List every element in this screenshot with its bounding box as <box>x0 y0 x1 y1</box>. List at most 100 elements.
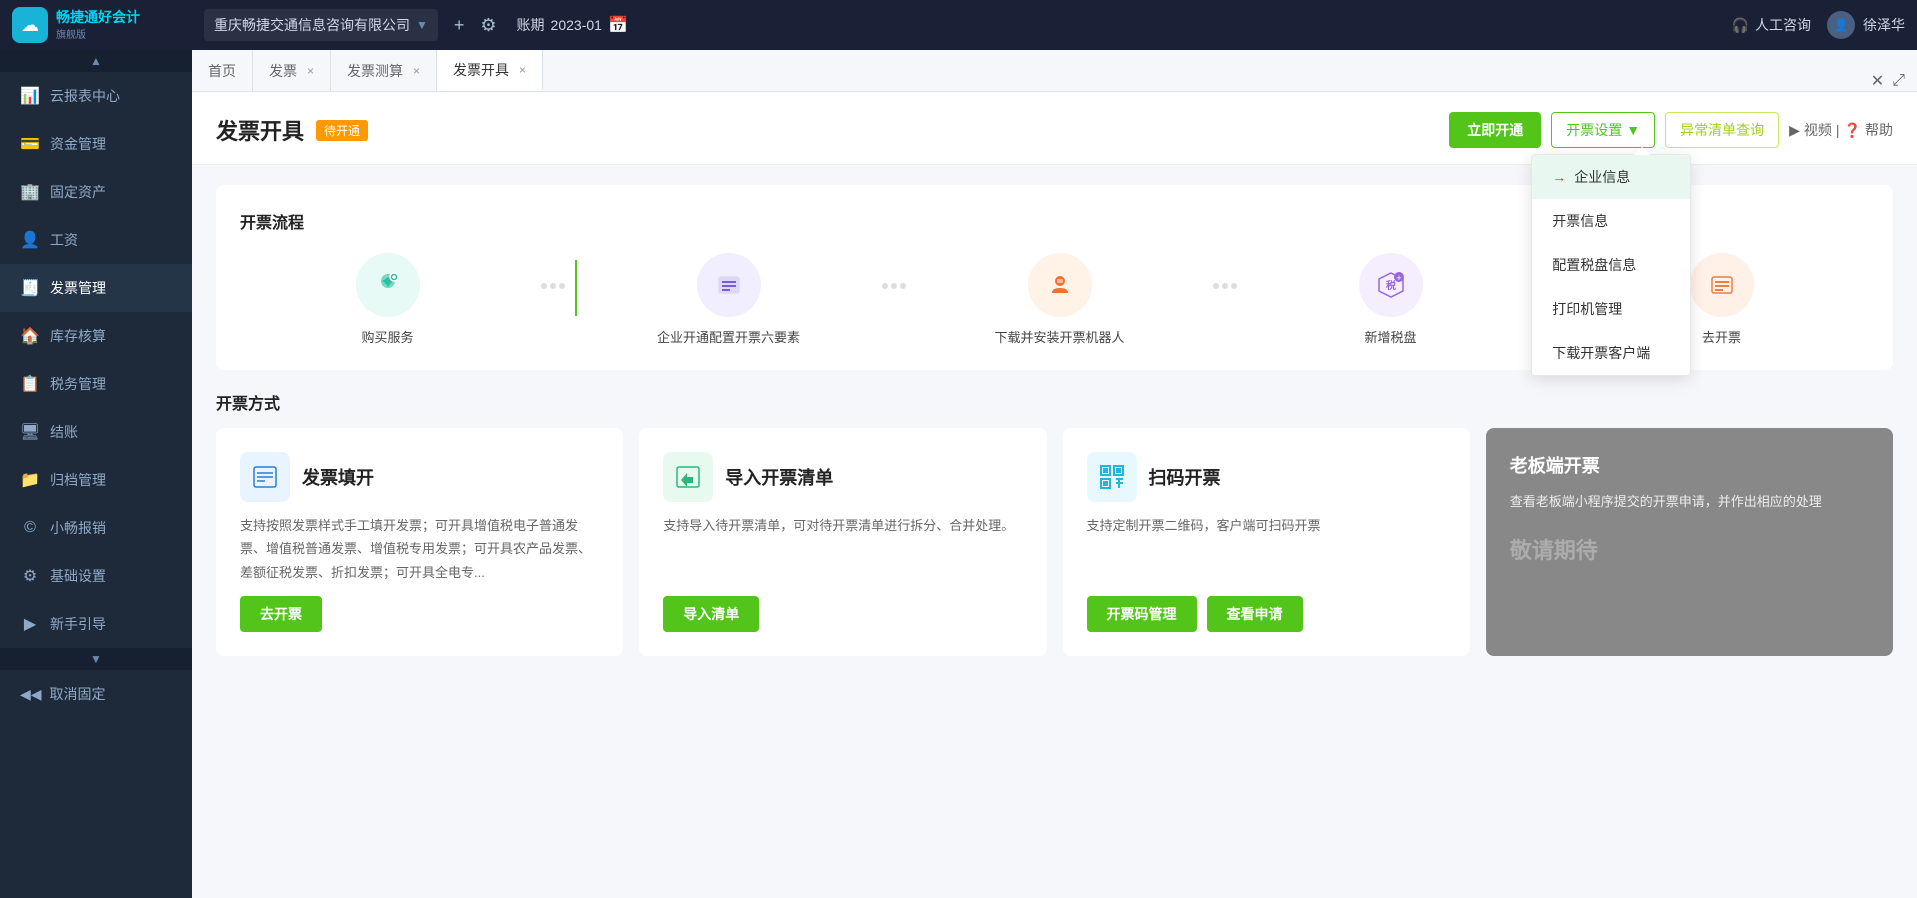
menu-printer-label: 打印机管理 <box>1552 299 1622 319</box>
tab-invoice-issue[interactable]: 发票开具 × <box>437 50 543 91</box>
xinshou-icon: ▶ <box>20 614 40 634</box>
step-connector-1 <box>535 283 571 289</box>
tab-home-label: 首页 <box>208 61 236 81</box>
sidebar-label-xinshou: 新手引导 <box>50 614 106 634</box>
step-connector-3 <box>1207 283 1243 289</box>
menu-item-tax-disk[interactable]: 配置税盘信息 <box>1532 243 1690 287</box>
fill-icon <box>240 452 290 502</box>
method-card-boss-header: 老板端开票 <box>1510 452 1869 478</box>
import-desc: 支持导入待开票清单，可对待开票清单进行拆分、合并处理。 <box>663 514 1022 537</box>
tab-close-all-icon[interactable]: ✕ <box>1871 71 1884 91</box>
sidebar-item-zijin[interactable]: 💳 资金管理 <box>0 120 192 168</box>
separator: | <box>1836 122 1840 138</box>
consult-button[interactable]: 🎧 人工咨询 <box>1732 15 1811 35</box>
tab-invoice-calc-close[interactable]: × <box>413 64 420 78</box>
top-right: 🎧 人工咨询 👤 徐泽华 <box>1732 11 1905 39</box>
menu-item-invoice-info[interactable]: 开票信息 <box>1532 199 1690 243</box>
import-icon <box>663 452 713 502</box>
jichushezhi-icon: ⚙ <box>20 566 40 586</box>
menu-item-download-client[interactable]: 下载开票客户端 <box>1532 331 1690 375</box>
user-name: 徐泽华 <box>1863 15 1905 35</box>
import-actions: 导入清单 <box>663 596 1022 632</box>
flow-step-2: 企业开通配置开票六要素 <box>581 253 876 346</box>
status-badge: 待开通 <box>316 120 368 141</box>
exception-button[interactable]: 异常清单查询 <box>1665 112 1779 148</box>
sidebar-item-jiezhang[interactable]: 🖥 结账 <box>0 408 192 456</box>
menu-company-info-label: 企业信息 <box>1574 167 1630 187</box>
calendar-icon[interactable]: 📅 <box>608 15 628 35</box>
view-apply-button[interactable]: 查看申请 <box>1207 596 1303 632</box>
sidebar-label-zijin: 资金管理 <box>50 134 106 154</box>
sidebar-label-guidang: 归档管理 <box>50 470 106 490</box>
flow-step-3: 下载并安装开票机器人 <box>912 253 1207 346</box>
tab-invoice-issue-label: 发票开具 <box>453 60 509 80</box>
sidebar-cancel-pin[interactable]: ◀◀ 取消固定 <box>0 670 192 718</box>
sidebar-item-kucun[interactable]: 🏠 库存核算 <box>0 312 192 360</box>
tab-home[interactable]: 首页 <box>192 50 253 91</box>
top-bar: ☁ 畅捷通好会计 旗舰版 重庆畅捷交通信息咨询有限公司 ▼ + ⚙ 账期 202… <box>0 0 1917 50</box>
fill-actions: 去开票 <box>240 596 599 632</box>
flow-step-1-icon <box>356 253 420 317</box>
play-icon: ▶ <box>1789 122 1800 139</box>
tab-invoice[interactable]: 发票 × <box>253 50 331 91</box>
methods-section-title: 开票方式 <box>216 390 1893 414</box>
setting-button[interactable]: 开票设置 ▼ <box>1551 112 1655 148</box>
menu-item-company-info[interactable]: → 企业信息 <box>1532 155 1690 199</box>
sidebar-item-yunbao[interactable]: 📊 云报表中心 <box>0 72 192 120</box>
methods-section: 发票填开 支持按照发票样式手工填开发票；可开具增值税电子普通发票、增值税普通发票… <box>216 428 1893 656</box>
tab-invoice-calc[interactable]: 发票测算 × <box>331 50 437 91</box>
sidebar-item-fapiao[interactable]: 🧾 发票管理 <box>0 264 192 312</box>
sidebar-item-shuiwu[interactable]: 📋 税务管理 <box>0 360 192 408</box>
company-name: 重庆畅捷交通信息咨询有限公司 <box>214 15 410 35</box>
settings-icon[interactable]: ⚙ <box>476 11 500 40</box>
cancel-pin-icon: ◀◀ <box>20 686 42 703</box>
fill-go-button[interactable]: 去开票 <box>240 596 322 632</box>
flow-step-2-label: 企业开通配置开票六要素 <box>657 327 800 346</box>
cancel-pin-label: 取消固定 <box>50 684 106 704</box>
sidebar-label-gudingzichan: 固定资产 <box>50 182 106 202</box>
svg-text:税: 税 <box>1386 279 1396 292</box>
sidebar-scroll-up[interactable]: ▲ <box>0 50 192 72</box>
guidang-icon: 📁 <box>20 470 40 490</box>
qrcode-manage-button[interactable]: 开票码管理 <box>1087 596 1197 632</box>
import-button[interactable]: 导入清单 <box>663 596 759 632</box>
company-dropdown-arrow: ▼ <box>416 18 428 32</box>
flow-step-4: 税+ 新增税盘 <box>1243 253 1538 346</box>
sidebar-label-jichushezhi: 基础设置 <box>50 566 106 586</box>
sidebar-item-gongzi[interactable]: 👤 工资 <box>0 216 192 264</box>
shuiwu-icon: 📋 <box>20 374 40 394</box>
fapiao-icon: 🧾 <box>20 278 40 298</box>
flow-step-1-label: 购买服务 <box>361 327 413 346</box>
sidebar-item-jichushezhi[interactable]: ⚙ 基础设置 <box>0 552 192 600</box>
company-selector[interactable]: 重庆畅捷交通信息咨询有限公司 ▼ <box>204 9 438 41</box>
method-card-import: 导入开票清单 支持导入待开票清单，可对待开票清单进行拆分、合并处理。 导入清单 <box>639 428 1046 656</box>
user-info[interactable]: 👤 徐泽华 <box>1827 11 1905 39</box>
import-title: 导入开票清单 <box>725 464 833 490</box>
svg-text:+: + <box>1396 273 1401 283</box>
method-card-scan-header: 扫码开票 <box>1087 452 1446 502</box>
sidebar-item-guidang[interactable]: 📁 归档管理 <box>0 456 192 504</box>
tab-invoice-issue-close[interactable]: × <box>519 63 526 77</box>
sidebar-item-xiaochang[interactable]: © 小畅报销 <box>0 504 192 552</box>
fill-desc: 支持按照发票样式手工填开发票；可开具增值税电子普通发票、增值税普通发票、增值税专… <box>240 514 599 584</box>
kucun-icon: 🏠 <box>20 326 40 346</box>
sidebar-label-kucun: 库存核算 <box>50 326 106 346</box>
tab-invoice-close[interactable]: × <box>307 64 314 78</box>
method-card-import-header: 导入开票清单 <box>663 452 1022 502</box>
header-actions: 立即开通 开票设置 ▼ → 企业信息 <box>1449 112 1893 148</box>
scan-actions: 开票码管理 查看申请 <box>1087 596 1446 632</box>
menu-item-printer[interactable]: 打印机管理 <box>1532 287 1690 331</box>
sidebar-label-shuiwu: 税务管理 <box>50 374 106 394</box>
add-icon[interactable]: + <box>450 11 469 40</box>
boss-desc: 查看老板端小程序提交的开票申请，并作出相应的处理 <box>1510 490 1869 513</box>
tab-expand-icon[interactable]: ⤢ <box>1892 72 1905 90</box>
activate-button[interactable]: 立即开通 <box>1449 112 1541 148</box>
tab-invoice-calc-label: 发票测算 <box>347 61 403 81</box>
period-label: 账期 <box>517 15 545 35</box>
sidebar-item-xinshou[interactable]: ▶ 新手引导 <box>0 600 192 648</box>
sidebar-label-fapiao: 发票管理 <box>50 278 106 298</box>
video-button[interactable]: ▶ 视频 | ❓ 帮助 <box>1789 120 1893 140</box>
flow-step-5-label: 去开票 <box>1702 327 1741 346</box>
sidebar-item-gudingzichan[interactable]: 🏢 固定资产 <box>0 168 192 216</box>
sidebar-scroll-down[interactable]: ▼ <box>0 648 192 670</box>
